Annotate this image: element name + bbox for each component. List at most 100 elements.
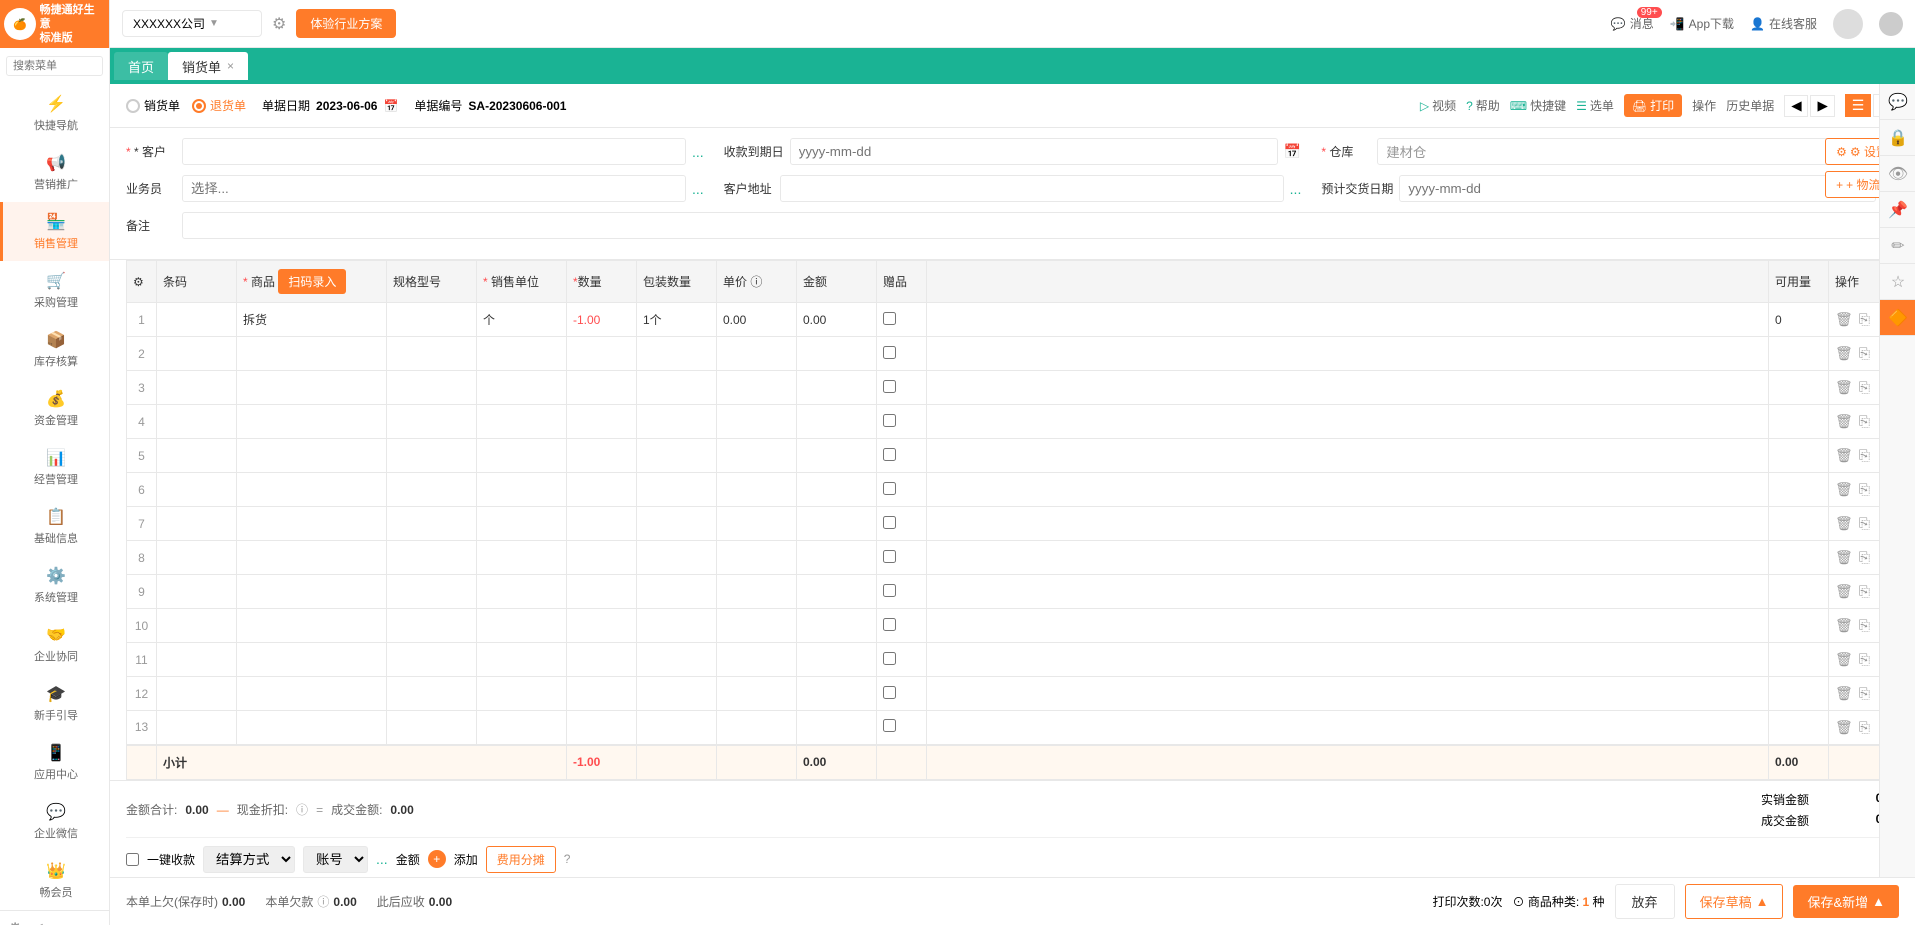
rf-eye-button[interactable]: 👁 [1880, 156, 1915, 192]
sidebar-item-sales[interactable]: 🏪 销售管理 [0, 202, 109, 261]
select-action[interactable]: ☰ 选单 [1576, 97, 1614, 114]
delete-icon[interactable]: 🗑 [1835, 447, 1853, 464]
row-8-gift-checkbox[interactable] [883, 550, 896, 563]
delete-icon[interactable]: 🗑 [1835, 617, 1853, 634]
row-7-gift-checkbox[interactable] [883, 516, 896, 529]
delete-icon[interactable]: 🗑 [1835, 345, 1853, 362]
copy-icon[interactable]: ⎘ [1859, 719, 1870, 736]
row-1-qty[interactable]: -1.00 [567, 303, 637, 337]
expected-date-input[interactable] [1399, 175, 1875, 202]
addr-select-icon[interactable]: ... [1290, 181, 1302, 197]
history-action[interactable]: 历史单据 [1726, 97, 1774, 114]
delete-icon[interactable]: 🗑 [1835, 379, 1853, 396]
radio-sales-order[interactable]: 销货单 [126, 97, 180, 114]
copy-icon[interactable]: ⎘ [1859, 583, 1870, 600]
sidebar-item-system[interactable]: ⚙️ 系统管理 [0, 556, 109, 615]
rf-star-button[interactable]: ☆ [1880, 264, 1915, 300]
customer-input[interactable] [182, 138, 686, 165]
row-1-pkg-qty[interactable]: 1个 [637, 303, 717, 337]
row-12-gift-checkbox[interactable] [883, 686, 896, 699]
row-1-barcode[interactable] [157, 303, 237, 337]
row-9-gift-checkbox[interactable] [883, 584, 896, 597]
copy-icon[interactable]: ⎘ [1859, 617, 1870, 634]
tab-close-icon[interactable]: × [227, 59, 234, 73]
debt-help-icon[interactable]: ⓘ [317, 893, 329, 910]
copy-icon[interactable]: ⎘ [1859, 515, 1870, 532]
row-4-gift-checkbox[interactable] [883, 414, 896, 427]
row-5-gift-checkbox[interactable] [883, 448, 896, 461]
sidebar-item-basic-info[interactable]: 📋 基础信息 [0, 497, 109, 556]
settings-icon[interactable]: ⚙ [8, 919, 22, 925]
row-6-gift-checkbox[interactable] [883, 482, 896, 495]
shortcut-action[interactable]: ⌨ 快捷键 [1510, 97, 1566, 114]
operate-action[interactable]: 操作 [1692, 97, 1716, 114]
fee-help-icon[interactable]: ? [564, 852, 571, 866]
sidebar-item-app-center[interactable]: 📱 应用中心 [0, 733, 109, 792]
copy-icon[interactable]: ⎘ [1859, 379, 1870, 396]
row-1-amount[interactable]: 0.00 [797, 303, 877, 337]
delete-icon[interactable]: 🗑 [1835, 413, 1853, 430]
calendar-icon[interactable]: 📅 [383, 99, 398, 113]
rf-lock-button[interactable]: 🔒 [1880, 120, 1915, 156]
sidebar-search-area[interactable] [0, 48, 109, 84]
row-1-price[interactable]: 0.00 [717, 303, 797, 337]
avatar-extra[interactable] [1879, 12, 1903, 36]
copy-icon[interactable]: ⎘ [1859, 413, 1870, 430]
row-10-gift-checkbox[interactable] [883, 618, 896, 631]
online-service-button[interactable]: 👤 在线客服 [1750, 15, 1817, 32]
copy-icon[interactable]: ⎘ [1859, 651, 1870, 668]
sidebar-item-operations[interactable]: 📊 经营管理 [0, 438, 109, 497]
tab-sales-order[interactable]: 销货单 × [168, 52, 248, 80]
delete-icon[interactable]: 🗑 [1835, 719, 1853, 736]
sidebar-item-wechat[interactable]: 💬 企业微信 [0, 792, 109, 851]
prev-record-button[interactable]: ◀ [1784, 95, 1808, 117]
rf-pin-button[interactable]: 📌 [1880, 192, 1915, 228]
copy-icon[interactable]: ⎘ [1859, 481, 1870, 498]
due-date-input[interactable] [790, 138, 1278, 165]
sidebar-item-enterprise[interactable]: 🤝 企业协同 [0, 615, 109, 674]
sidebar-item-guide[interactable]: 🎓 新手引导 [0, 674, 109, 733]
staff-select-icon[interactable]: ... [692, 181, 704, 197]
sidebar-item-member[interactable]: 👑 畅会员 [0, 851, 109, 910]
help-action[interactable]: ? 帮助 [1466, 97, 1500, 114]
row-11-gift-checkbox[interactable] [883, 652, 896, 665]
radio-return-order[interactable]: 退货单 [192, 97, 246, 114]
next-record-button[interactable]: ▶ [1810, 95, 1834, 117]
discount-help-icon[interactable]: ⓘ [296, 801, 308, 818]
delete-icon[interactable]: 🗑 [1835, 515, 1853, 532]
delete-icon[interactable]: 🗑 [1835, 311, 1853, 328]
warehouse-input[interactable] [1377, 138, 1881, 165]
remark-input[interactable] [182, 212, 1899, 239]
fee-split-button[interactable]: 费用分摊 [486, 846, 556, 873]
row-2-gift-checkbox[interactable] [883, 346, 896, 359]
discard-button[interactable]: 放弃 [1615, 884, 1675, 919]
trial-button[interactable]: 体验行业方案 [296, 9, 396, 38]
delete-icon[interactable]: 🗑 [1835, 481, 1853, 498]
delete-icon[interactable]: 🗑 [1835, 549, 1853, 566]
sidebar-item-inventory[interactable]: 📦 库存核算 [0, 320, 109, 379]
tab-home[interactable]: 首页 [114, 52, 168, 80]
due-date-calendar-icon[interactable]: 📅 [1284, 143, 1301, 160]
add-payment-button[interactable]: + [428, 850, 446, 868]
sidebar-item-quick-nav[interactable]: ⚡ 快捷导航 [0, 84, 109, 143]
copy-icon[interactable]: ⎘ [1859, 447, 1870, 464]
copy-icon[interactable]: ⎘ [1859, 685, 1870, 702]
scan-button[interactable]: 扫码录入 [278, 269, 346, 294]
list-view-button[interactable]: ☰ [1845, 94, 1872, 117]
save-new-button[interactable]: 保存&新增 ▲ [1793, 885, 1899, 918]
row-1-spec[interactable] [387, 303, 477, 337]
copy-icon[interactable]: ⎘ [1859, 549, 1870, 566]
save-draft-button[interactable]: 保存草稿 ▲ [1685, 884, 1784, 919]
row-1-product[interactable]: 拆货 [237, 303, 387, 337]
staff-input[interactable] [182, 175, 686, 202]
account-select[interactable]: 账号 [303, 846, 368, 873]
collapse-icon[interactable]: ◀ [30, 919, 42, 925]
rf-orange-button[interactable]: 🔶 [1880, 300, 1915, 336]
account-dots-icon[interactable]: ... [376, 851, 388, 867]
search-input[interactable] [6, 56, 103, 76]
row-1-unit[interactable]: 个 [477, 303, 567, 337]
rf-edit-button[interactable]: ✏ [1880, 228, 1915, 264]
video-action[interactable]: ▷ 视频 [1420, 97, 1456, 114]
avatar[interactable] [1833, 9, 1863, 39]
app-download-button[interactable]: 📲 App下载 [1670, 15, 1734, 32]
